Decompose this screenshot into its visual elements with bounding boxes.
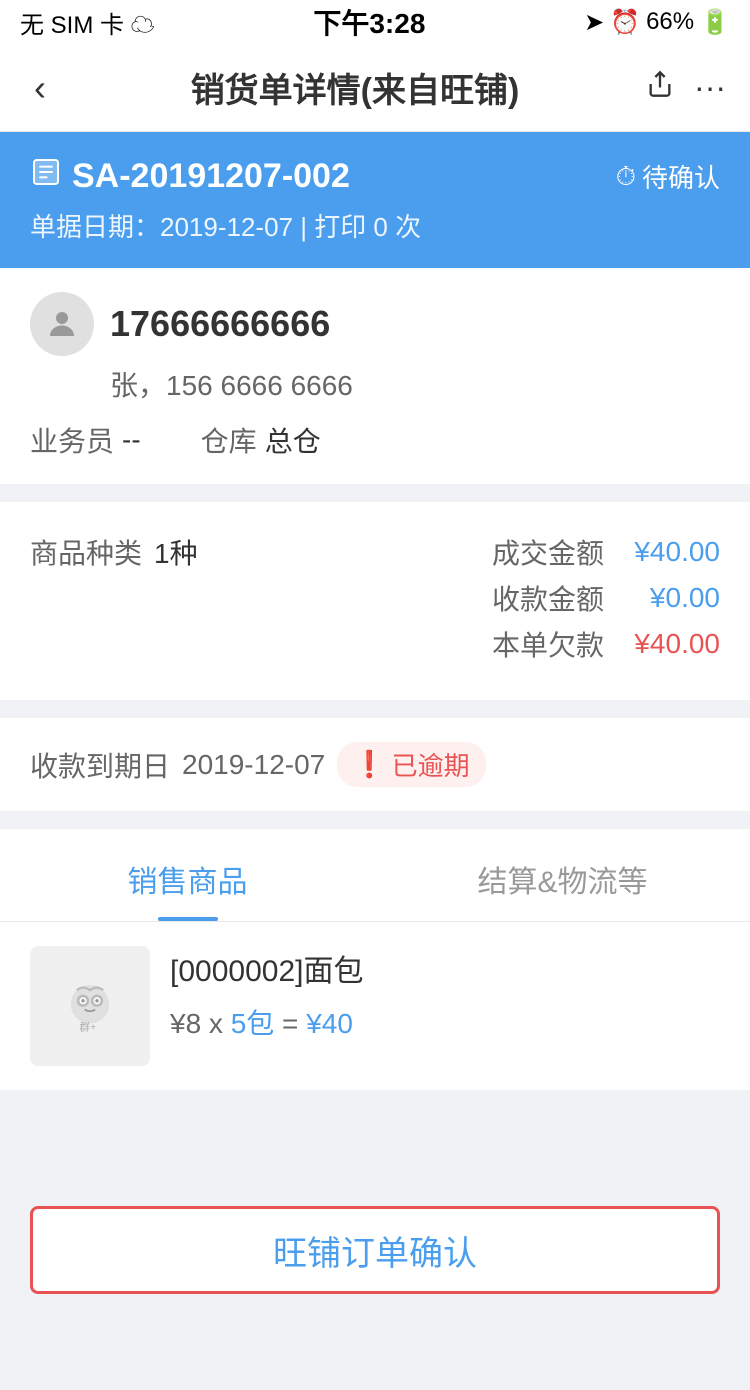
- order-status: ⏱ 待确认: [616, 158, 720, 195]
- status-bar: 无 SIM 卡 ☁ 下午3:28 ➤ ⏰ 66% 🔋: [0, 0, 750, 44]
- warehouse-label: 仓库: [201, 420, 257, 460]
- order-id: SA-20191207-002: [30, 156, 350, 197]
- order-date: 单据日期：2019-12-07 | 打印 0 次: [30, 207, 720, 244]
- overdue-badge: ❗ 已逾期: [337, 742, 485, 787]
- svg-text:群+: 群+: [80, 1021, 97, 1034]
- tabs-section: 销售商品 结算&物流等: [0, 828, 750, 1090]
- no-sim-text: 无 SIM 卡 ☁: [20, 5, 155, 40]
- warehouse-value: 总仓: [265, 420, 321, 460]
- product-image: 群+: [30, 946, 150, 1066]
- avatar: [30, 292, 94, 356]
- back-button[interactable]: ‹: [24, 57, 56, 119]
- clock-icon: ⏱: [616, 161, 636, 193]
- location-icon: ➤: [584, 8, 604, 37]
- tab-sales-products[interactable]: 销售商品: [0, 829, 375, 921]
- status-right: ➤ ⏰ 66% 🔋: [584, 8, 730, 37]
- due-date-label: 收款到期日: [30, 745, 170, 785]
- product-price: ¥8 x 5包 = ¥40: [170, 1002, 720, 1042]
- summary-section: 商品种类 1种 成交金额 ¥40.00 收款金额 ¥0.00 本单欠款 ¥40.…: [0, 501, 750, 701]
- owed-amount: ¥40.00: [620, 628, 720, 660]
- price-qty: 5包: [231, 1008, 275, 1039]
- status-left: 无 SIM 卡 ☁: [20, 5, 155, 40]
- due-date-section: 收款到期日 2019-12-07 ❗ 已逾期: [0, 717, 750, 812]
- nav-actions: ···: [646, 69, 726, 106]
- product-type-value: 1种: [154, 532, 198, 572]
- customer-phone: 17666666666: [110, 303, 330, 345]
- product-list: 群+ [0000002]面包 ¥8 x 5包 = ¥40: [0, 922, 750, 1090]
- collected-amount-label: 收款金额: [492, 578, 604, 618]
- order-icon: [30, 156, 62, 197]
- page-title: 销货单详情(来自旺铺): [64, 63, 646, 112]
- overdue-text: 已逾期: [392, 746, 470, 783]
- transaction-amount: ¥40.00: [620, 536, 720, 568]
- transaction-amount-label: 成交金额: [492, 532, 604, 572]
- table-row: 群+ [0000002]面包 ¥8 x 5包 = ¥40: [30, 946, 720, 1066]
- customer-name: 张，156 6666 6666: [110, 364, 720, 404]
- overdue-icon: ❗: [353, 749, 385, 780]
- equal-sign: =: [274, 1008, 306, 1039]
- salesperson-label: 业务员: [30, 420, 114, 460]
- confirm-btn-container: 旺铺订单确认: [0, 1206, 750, 1294]
- customer-meta: 业务员 -- 仓库 总仓: [30, 420, 720, 460]
- owed-amount-label: 本单欠款: [492, 624, 604, 664]
- product-info: [0000002]面包 ¥8 x 5包 = ¥40: [170, 946, 720, 1042]
- alarm-icon: ⏰: [610, 8, 640, 37]
- tabs-header: 销售商品 结算&物流等: [0, 829, 750, 922]
- product-type-label: 商品种类: [30, 532, 142, 572]
- order-header: SA-20191207-002 ⏱ 待确认 单据日期：2019-12-07 | …: [0, 132, 750, 268]
- price-total: ¥40: [306, 1008, 353, 1039]
- tab-settlement-logistics[interactable]: 结算&物流等: [375, 829, 750, 921]
- collected-amount: ¥0.00: [620, 582, 720, 614]
- battery-icon: 🔋: [700, 8, 730, 37]
- customer-section: 17666666666 张，156 6666 6666 业务员 -- 仓库 总仓: [0, 268, 750, 485]
- salesperson-value: --: [122, 424, 141, 456]
- product-name: [0000002]面包: [170, 946, 720, 990]
- confirm-order-button[interactable]: 旺铺订单确认: [30, 1206, 720, 1294]
- more-icon[interactable]: ···: [694, 69, 726, 106]
- price-text: ¥8 x: [170, 1008, 231, 1039]
- status-time: 下午3:28: [313, 2, 425, 42]
- battery-text: 66%: [646, 8, 694, 36]
- share-icon[interactable]: [646, 69, 674, 106]
- due-date-value: 2019-12-07: [182, 749, 325, 781]
- nav-bar: ‹ 销货单详情(来自旺铺) ···: [0, 44, 750, 132]
